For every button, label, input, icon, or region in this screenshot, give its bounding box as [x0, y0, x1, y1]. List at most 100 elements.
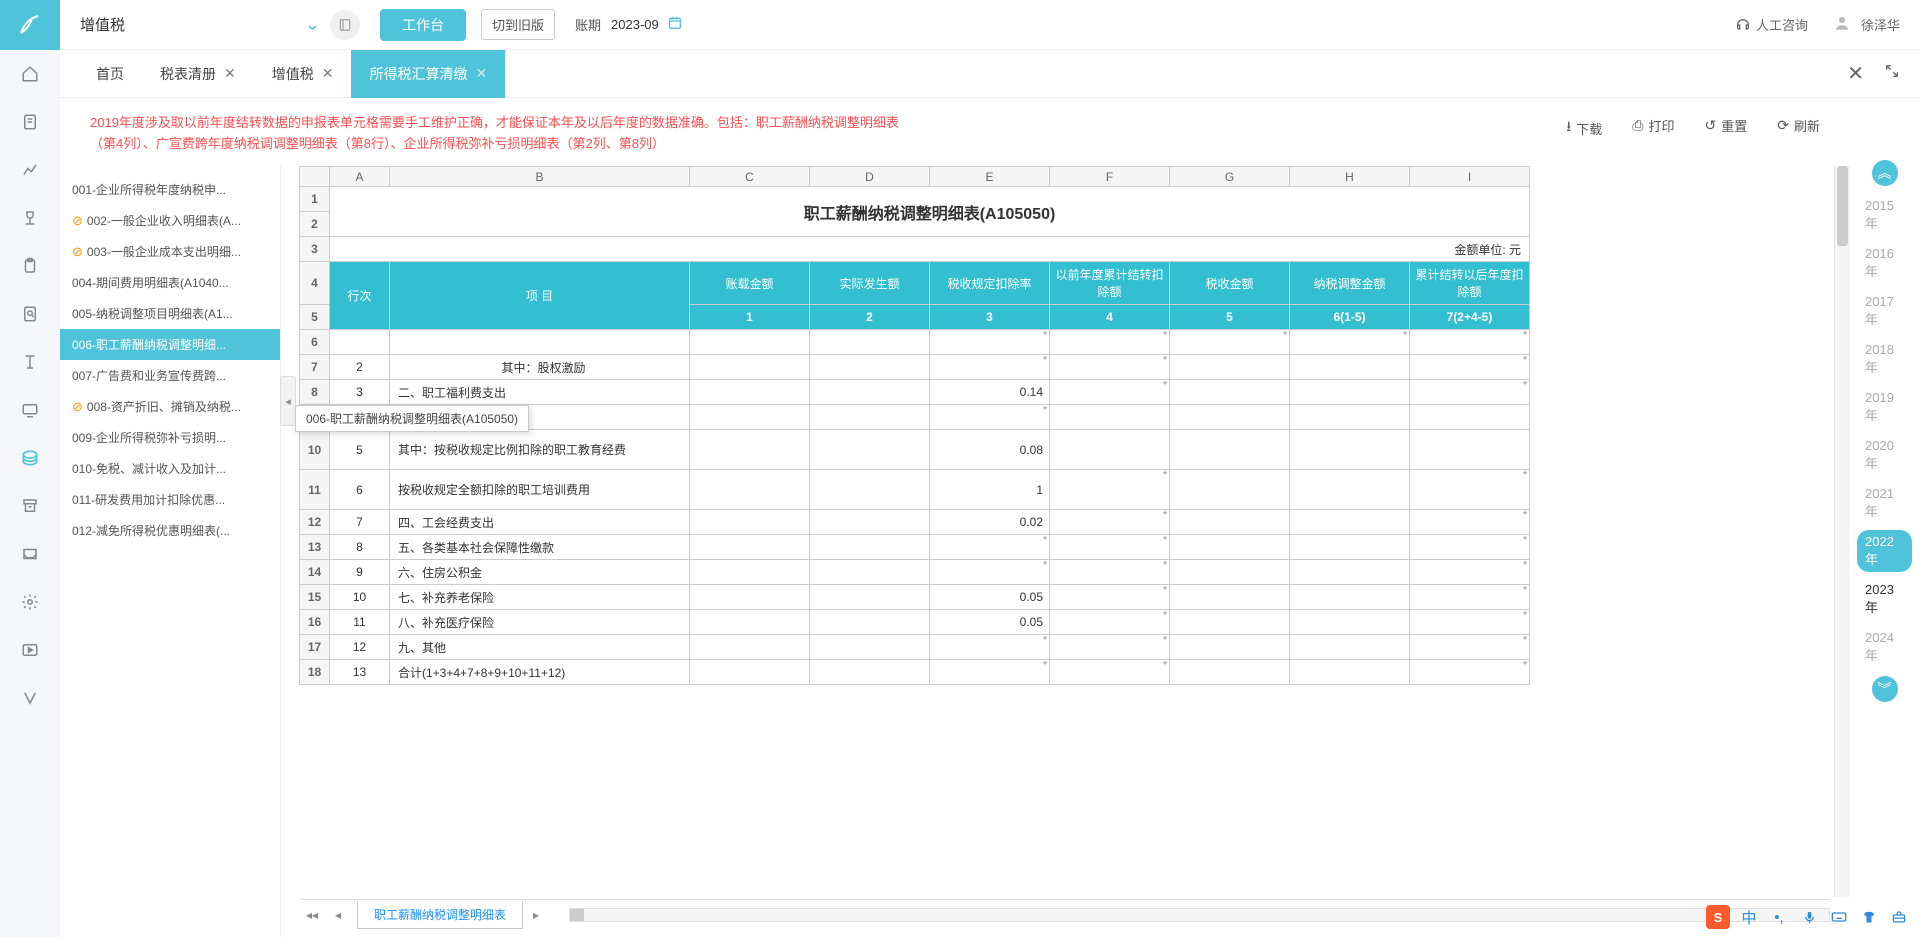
nav-clipboard-icon[interactable] — [0, 242, 60, 290]
year-option[interactable]: 2016年 — [1857, 242, 1912, 284]
ime-keyboard-icon[interactable] — [1828, 906, 1850, 928]
project-cell[interactable]: 按税收规定全额扣除的职工培训费用 — [390, 470, 690, 510]
data-cell[interactable]: * — [1410, 560, 1530, 585]
nav-video-icon[interactable] — [0, 626, 60, 674]
data-cell[interactable]: 0.14 — [930, 380, 1050, 405]
calendar-icon[interactable] — [667, 15, 683, 34]
close-all-tabs-icon[interactable]: ✕ — [1847, 61, 1864, 86]
data-cell[interactable] — [810, 405, 930, 430]
vertical-scrollbar[interactable] — [1834, 166, 1850, 897]
seq-cell[interactable]: 11 — [330, 610, 390, 635]
data-cell[interactable]: 0.08 — [930, 430, 1050, 470]
nav-screen-icon[interactable] — [0, 386, 60, 434]
data-cell[interactable] — [1290, 510, 1410, 535]
row-header[interactable]: 4 — [300, 262, 330, 305]
col-header[interactable]: B — [390, 167, 690, 187]
row-header[interactable]: 12 — [300, 510, 330, 535]
project-cell[interactable]: 八、补充医疗保险 — [390, 610, 690, 635]
data-cell[interactable] — [810, 510, 930, 535]
seq-cell[interactable]: 13 — [330, 660, 390, 685]
data-cell[interactable]: * — [1290, 330, 1410, 355]
data-cell[interactable]: * — [1050, 330, 1170, 355]
year-up-button[interactable]: ︽ — [1872, 160, 1898, 186]
row-header[interactable]: 18 — [300, 660, 330, 685]
row-header[interactable]: 7 — [300, 355, 330, 380]
col-header[interactable]: A — [330, 167, 390, 187]
data-cell[interactable]: 0.05 — [930, 610, 1050, 635]
seq-cell[interactable] — [330, 330, 390, 355]
project-cell[interactable]: 其中：股权激励 — [390, 355, 690, 380]
form-list-item[interactable]: ⊘003-一般企业成本支出明细... — [60, 236, 280, 267]
project-cell[interactable]: 九、其他 — [390, 635, 690, 660]
ime-brand-icon[interactable]: S — [1706, 905, 1730, 929]
data-cell[interactable]: * — [1410, 330, 1530, 355]
seq-cell[interactable]: 3 — [330, 380, 390, 405]
data-cell[interactable]: * — [1050, 470, 1170, 510]
data-cell[interactable]: * — [1410, 470, 1530, 510]
data-cell[interactable] — [810, 330, 930, 355]
select-all-corner[interactable] — [300, 167, 330, 187]
data-cell[interactable] — [690, 535, 810, 560]
nav-search-doc-icon[interactable] — [0, 290, 60, 338]
data-cell[interactable] — [1170, 535, 1290, 560]
data-cell[interactable] — [690, 330, 810, 355]
data-cell[interactable] — [1170, 560, 1290, 585]
data-cell[interactable] — [1050, 430, 1170, 470]
data-cell[interactable]: * — [1410, 510, 1530, 535]
year-option[interactable]: 2019年 — [1857, 386, 1912, 428]
data-cell[interactable]: * — [1410, 660, 1530, 685]
data-cell[interactable]: 1 — [930, 470, 1050, 510]
ime-mic-icon[interactable] — [1798, 906, 1820, 928]
data-cell[interactable] — [1170, 510, 1290, 535]
nav-archive-icon[interactable] — [0, 482, 60, 530]
col-header[interactable]: I — [1410, 167, 1530, 187]
data-cell[interactable] — [690, 585, 810, 610]
data-cell[interactable] — [1170, 430, 1290, 470]
reset-button[interactable]: ↺重置 — [1705, 116, 1748, 135]
data-cell[interactable]: * — [1050, 610, 1170, 635]
data-cell[interactable]: * — [1050, 660, 1170, 685]
data-cell[interactable]: * — [1410, 635, 1530, 660]
sheet-nav-next[interactable]: ▸ — [523, 902, 549, 928]
data-cell[interactable] — [690, 660, 810, 685]
form-list-item[interactable]: 009-企业所得税弥补亏损明... — [60, 422, 280, 453]
collapse-circle-button[interactable] — [330, 10, 360, 40]
seq-cell[interactable]: 8 — [330, 535, 390, 560]
year-option[interactable]: 2020年 — [1857, 434, 1912, 476]
data-cell[interactable]: * — [930, 660, 1050, 685]
data-cell[interactable] — [690, 380, 810, 405]
data-cell[interactable]: * — [930, 635, 1050, 660]
data-cell[interactable] — [810, 355, 930, 380]
consult-button[interactable]: 人工咨询 — [1735, 15, 1808, 34]
row-header[interactable]: 5 — [300, 305, 330, 330]
data-cell[interactable] — [810, 610, 930, 635]
year-option[interactable]: 2021年 — [1857, 482, 1912, 524]
form-list-item[interactable]: 012-减免所得税优惠明细表(... — [60, 515, 280, 546]
data-cell[interactable]: * — [930, 405, 1050, 430]
sheet-tab[interactable]: 职工薪酬纳税调整明细表 — [357, 901, 523, 929]
data-cell[interactable]: * — [1170, 330, 1290, 355]
data-cell[interactable] — [690, 430, 810, 470]
data-cell[interactable]: * — [1050, 380, 1170, 405]
form-list-item[interactable]: 010-免税、减计收入及加计... — [60, 453, 280, 484]
year-option[interactable]: 2018年 — [1857, 338, 1912, 380]
data-cell[interactable]: * — [930, 355, 1050, 380]
form-list-item[interactable]: 004-期间费用明细表(A1040... — [60, 267, 280, 298]
nav-inbox-icon[interactable] — [0, 530, 60, 578]
form-list-item[interactable]: 005-纳税调整项目明细表(A1... — [60, 298, 280, 329]
col-header[interactable]: H — [1290, 167, 1410, 187]
col-header[interactable]: G — [1170, 167, 1290, 187]
year-option[interactable]: 2017年 — [1857, 290, 1912, 332]
data-cell[interactable]: * — [1050, 535, 1170, 560]
tax-type-dropdown[interactable]: 增值税 ⌄ — [80, 14, 320, 35]
row-header[interactable]: 1 — [300, 187, 330, 212]
form-list-item[interactable]: 006-职工薪酬纳税调整明细... — [60, 329, 280, 360]
seq-cell[interactable]: 9 — [330, 560, 390, 585]
data-cell[interactable] — [810, 380, 930, 405]
nav-tax-icon[interactable] — [0, 434, 60, 482]
data-cell[interactable] — [1290, 430, 1410, 470]
seq-cell[interactable]: 2 — [330, 355, 390, 380]
data-cell[interactable] — [1170, 405, 1290, 430]
tab-3[interactable]: 所得税汇算清缴✕ — [351, 50, 505, 98]
data-cell[interactable]: * — [1410, 535, 1530, 560]
